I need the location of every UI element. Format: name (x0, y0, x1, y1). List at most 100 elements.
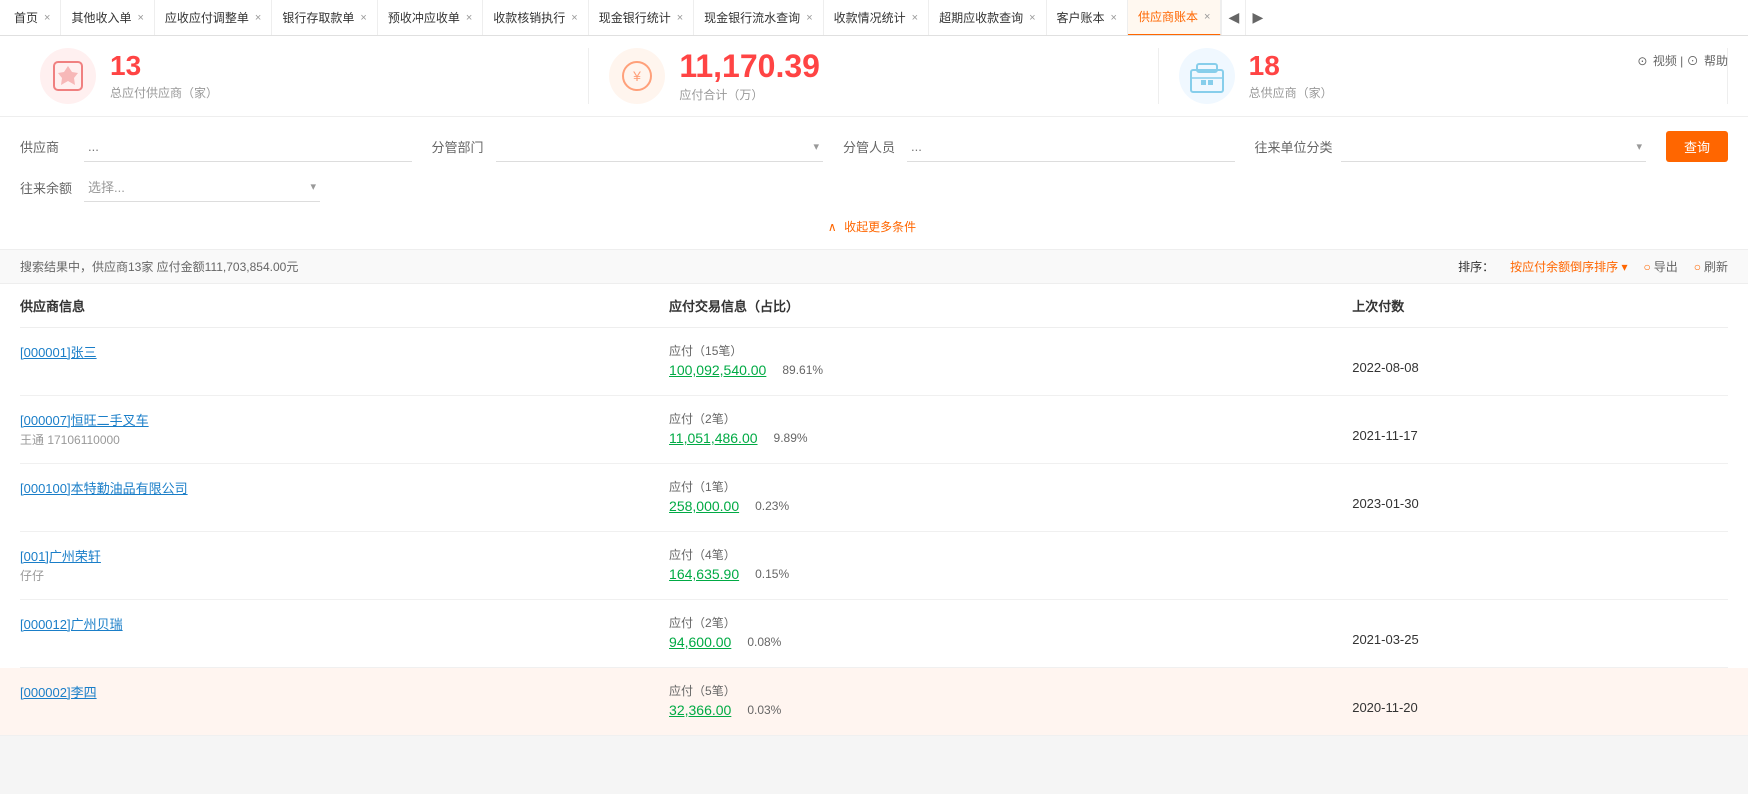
trans-amount-2[interactable]: 258,000.00 (669, 498, 739, 514)
trans-percent-5: 0.03% (747, 703, 781, 717)
nav-tab-receipt-close[interactable]: × (571, 12, 577, 24)
table-row: [000100]本特勤油品有限公司 应付（1笔） 258,000.00 0.23… (20, 464, 1728, 532)
nav-tab-cash-bank-flow-close[interactable]: × (806, 12, 812, 24)
filter-category: 往来单位分类 ▾ (1255, 132, 1647, 162)
refresh-label: 刷新 (1704, 258, 1728, 275)
nav-tab-cash-bank-flow-label: 现金银行流水查询 (704, 9, 800, 26)
nav-tab-supplier-ledger-close[interactable]: × (1204, 11, 1210, 23)
supplier-name-0[interactable]: [000001]张三 (20, 342, 669, 361)
total-payable-suppliers-number: 13 (110, 52, 218, 80)
filter-area: 供应商 分管部门 ▾ 分管人员 往来单位分类 ▾ 查询 (0, 117, 1748, 250)
supplier-label: 供应商 (20, 137, 76, 156)
transaction-col-2: 应付（1笔） 258,000.00 0.23% (669, 478, 1352, 517)
nav-tab-overdue[interactable]: 超期应收款查询 × (929, 0, 1046, 36)
nav-tab-bank-deposit[interactable]: 银行存取款单 × (272, 0, 377, 36)
help-icon: ⊙ (1687, 54, 1699, 68)
trans-amount-3[interactable]: 164,635.90 (669, 566, 739, 582)
top-right-links: ⊙ 视频 | ⊙ 帮助 (1637, 52, 1728, 69)
supplier-name-4[interactable]: [000012]广州贝瑞 (20, 614, 669, 633)
supplier-sub-3: 仔仔 (20, 567, 669, 584)
nav-tab-customer-ledger[interactable]: 客户账本 × (1047, 0, 1128, 36)
supplier-name-3[interactable]: [001]广州荣轩 (20, 546, 669, 565)
supplier-col-4: [000012]广州贝瑞 (20, 614, 669, 633)
svg-text:¥: ¥ (632, 68, 641, 84)
nav-arrow-right[interactable]: ▶ (1245, 0, 1269, 36)
collapse-chevron-icon: ∧ (828, 220, 837, 234)
lastpay-col-1: 2021-11-17 (1352, 410, 1728, 443)
refresh-circle-icon: ○ (1694, 260, 1701, 274)
sort-label: 排序： (1458, 258, 1494, 275)
supplier-col-5: [000002]李四 (20, 682, 669, 701)
filter-row-1: 供应商 分管部门 ▾ 分管人员 往来单位分类 ▾ 查询 (20, 131, 1728, 162)
balance-select[interactable]: 选择... ▾ (84, 172, 320, 202)
nav-tab-home[interactable]: 首页 × (4, 0, 61, 36)
supplier-sub-1: 王通 17106110000 (20, 431, 669, 448)
nav-tab-receipt-stat-label: 收款情况统计 (834, 9, 906, 26)
nav-tab-home-close[interactable]: × (44, 12, 50, 24)
trans-percent-1: 9.89% (774, 431, 808, 445)
supplier-name-1[interactable]: [000007]恒旺二手叉车 (20, 410, 669, 429)
nav-tab-other-income-close[interactable]: × (137, 12, 143, 24)
export-button[interactable]: ○ 导出 (1643, 258, 1677, 275)
trans-amount-0[interactable]: 100,092,540.00 (669, 362, 766, 378)
nav-tab-supplier-ledger[interactable]: 供应商账本 × (1128, 0, 1221, 36)
nav-tab-prepay[interactable]: 预收冲应收单 × (378, 0, 483, 36)
nav-tab-overdue-close[interactable]: × (1029, 12, 1035, 24)
nav-tab-customer-ledger-close[interactable]: × (1111, 12, 1117, 24)
nav-tab-receipt-stat[interactable]: 收款情况统计 × (824, 0, 929, 36)
last-pay-date-5: 2020-11-20 (1352, 682, 1728, 715)
export-label: 导出 (1654, 258, 1678, 275)
transaction-col-0: 应付（15笔） 100,092,540.00 89.61% (669, 342, 1352, 381)
nav-tab-receipt-label: 收款核销执行 (493, 9, 565, 26)
nav-tab-cash-bank-flow[interactable]: 现金银行流水查询 × (694, 0, 823, 36)
nav-tab-cash-bank-stat-close[interactable]: × (677, 12, 683, 24)
last-pay-date-0: 2022-08-08 (1352, 342, 1728, 375)
nav-tab-ar-ap-adjust-close[interactable]: × (255, 12, 261, 24)
help-link[interactable]: 帮助 (1704, 54, 1728, 68)
category-select[interactable]: ▾ (1341, 132, 1646, 162)
separator: | (1680, 54, 1686, 68)
nav-tab-ar-ap-adjust[interactable]: 应收应付调整单 × (155, 0, 272, 36)
result-summary: 搜索结果中，供应商13家 应付金额111,703,854.00元 (20, 258, 1458, 275)
person-label: 分管人员 (843, 137, 899, 156)
supplier-col-1: [000007]恒旺二手叉车 王通 17106110000 (20, 410, 669, 448)
supplier-input[interactable] (84, 132, 412, 162)
sort-value: 按应付余额倒序排序 (1510, 260, 1618, 274)
nav-tab-prepay-label: 预收冲应收单 (388, 9, 460, 26)
sort-select[interactable]: 按应付余额倒序排序 ▾ (1510, 258, 1627, 275)
supplier-name-5[interactable]: [000002]李四 (20, 682, 669, 701)
nav-tab-home-label: 首页 (14, 9, 38, 26)
collapse-button[interactable]: ∧ 收起更多条件 (20, 212, 1728, 239)
refresh-button[interactable]: ○ 刷新 (1694, 258, 1728, 275)
dept-select[interactable]: ▾ (496, 132, 824, 162)
video-link[interactable]: 视频 (1653, 54, 1677, 68)
nav-tab-bank-deposit-close[interactable]: × (360, 12, 366, 24)
nav-tab-customer-ledger-label: 客户账本 (1057, 9, 1105, 26)
trans-amount-1[interactable]: 11,051,486.00 (669, 430, 758, 446)
payable-total-label: 应付合计（万） (679, 86, 820, 103)
trans-amount-4[interactable]: 94,600.00 (669, 634, 731, 650)
category-label: 往来单位分类 (1255, 137, 1333, 156)
nav-arrow-left[interactable]: ◀ (1221, 0, 1245, 36)
nav-tab-cash-bank-stat[interactable]: 现金银行统计 × (589, 0, 694, 36)
table-row: [000012]广州贝瑞 应付（2笔） 94,600.00 0.08% 2021… (20, 600, 1728, 668)
total-suppliers-number: 18 (1249, 52, 1333, 80)
nav-tab-ar-ap-adjust-label: 应收应付调整单 (165, 9, 249, 26)
nav-tab-other-income[interactable]: 其他收入单 × (61, 0, 154, 36)
balance-select-value: 选择... (88, 177, 125, 196)
supplier-col-2: [000100]本特勤油品有限公司 (20, 478, 669, 497)
filter-supplier: 供应商 (20, 132, 412, 162)
transaction-col-1: 应付（2笔） 11,051,486.00 9.89% (669, 410, 1352, 449)
supplier-col-0: [000001]张三 (20, 342, 669, 361)
lastpay-col-0: 2022-08-08 (1352, 342, 1728, 375)
nav-tab-receipt[interactable]: 收款核销执行 × (483, 0, 588, 36)
supplier-name-2[interactable]: [000100]本特勤油品有限公司 (20, 478, 669, 497)
video-icon: ⊙ (1637, 54, 1647, 68)
person-input[interactable] (907, 132, 1235, 162)
trans-amount-5[interactable]: 32,366.00 (669, 702, 731, 718)
query-button[interactable]: 查询 (1666, 131, 1728, 162)
supplier-table: 供应商信息 应付交易信息（占比） 上次付数 [000001]张三 应付（15笔）… (0, 284, 1748, 736)
total-payable-suppliers-label: 总应付供应商（家） (110, 84, 218, 101)
nav-tab-prepay-close[interactable]: × (466, 12, 472, 24)
nav-tab-receipt-stat-close[interactable]: × (912, 12, 918, 24)
